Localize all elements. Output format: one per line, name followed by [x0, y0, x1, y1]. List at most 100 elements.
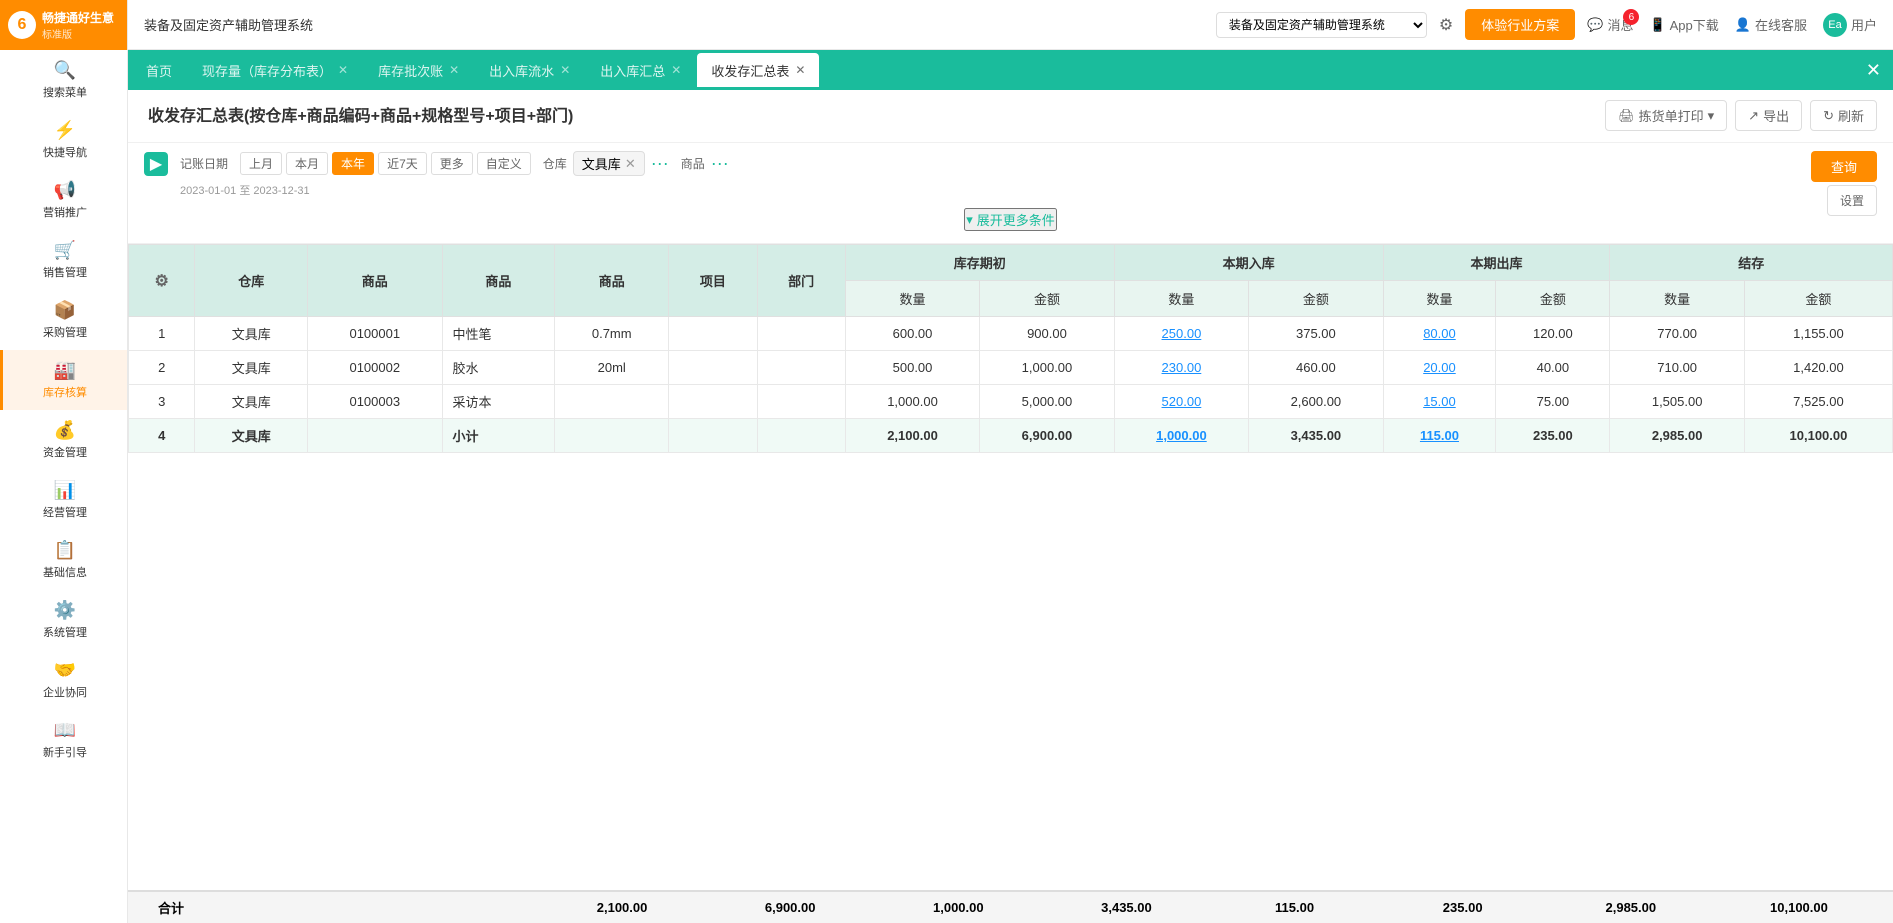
system-icon: ⚙️ [54, 600, 76, 621]
search-menu-icon: 🔍 [54, 60, 76, 81]
tab-close-3[interactable]: ✕ [560, 63, 570, 77]
tab-close-4[interactable]: ✕ [671, 63, 681, 77]
goods-label: 商品 [681, 155, 705, 172]
opening-qty-cell: 1,000.00 [845, 385, 979, 419]
balance-amt-cell: 1,155.00 [1744, 317, 1892, 351]
sidebar-item-purchase[interactable]: 📦采购管理 [0, 290, 127, 350]
date-btn-上月[interactable]: 上月 [240, 152, 282, 175]
code-cell: 0100001 [308, 317, 442, 351]
dept-cell [757, 419, 845, 453]
out-qty-cell[interactable]: 20.00 [1383, 351, 1496, 385]
th-balance-amt: 金额 [1744, 281, 1892, 317]
print-icon: 🖨 [1618, 108, 1635, 124]
warehouse-tag[interactable]: 文具库 ✕ [573, 151, 645, 176]
tab-1[interactable]: 现存量（库存分布表）✕ [188, 53, 362, 87]
sidebar-item-enterprise[interactable]: 🤝企业协同 [0, 650, 127, 710]
chevron-down-icon: ▾ [1708, 108, 1715, 124]
date-btn-本月[interactable]: 本月 [286, 152, 328, 175]
footer-opening-amt: 6,900.00 [706, 900, 874, 915]
in-qty-cell[interactable]: 520.00 [1114, 385, 1248, 419]
balance-qty-cell: 1,505.00 [1610, 385, 1744, 419]
app-download-action[interactable]: 📱 App下载 [1649, 15, 1718, 34]
date-btn-自定义[interactable]: 自定义 [477, 152, 531, 175]
th-warehouse: 仓库 [195, 245, 308, 317]
warehouse-more[interactable]: ··· [651, 153, 669, 174]
sidebar-item-sales[interactable]: 🛒销售管理 [0, 230, 127, 290]
th-spec: 商品 [555, 245, 669, 317]
th-settings: ⚙ [129, 245, 195, 317]
print-button[interactable]: 🖨 拣货单打印 ▾ [1605, 100, 1727, 131]
quick-nav-icon: ⚡ [54, 120, 76, 141]
warehouse-label: 仓库 [543, 155, 567, 172]
sidebar-item-system[interactable]: ⚙️系统管理 [0, 590, 127, 650]
logo-text: 畅捷通好生意 标准版 [42, 9, 114, 41]
expand-conditions-button[interactable]: ▾ 展开更多条件 [964, 208, 1057, 231]
service-icon: 👤 [1735, 17, 1751, 33]
th-project: 项目 [669, 245, 757, 317]
system-select[interactable]: 装备及固定资产辅助管理系统 [1216, 12, 1427, 38]
trial-button[interactable]: 体验行业方案 [1465, 9, 1575, 40]
tab-2[interactable]: 库存批次账✕ [364, 53, 473, 87]
user-action[interactable]: Ea 用户 [1823, 13, 1877, 37]
opening-qty-cell: 500.00 [845, 351, 979, 385]
settings-button[interactable]: 设置 [1827, 185, 1877, 216]
table-row: 2文具库0100002胶水20ml500.001,000.00230.00460… [129, 351, 1893, 385]
close-all-tabs[interactable]: ✕ [1858, 56, 1889, 85]
date-btn-更多[interactable]: 更多 [431, 152, 473, 175]
warehouse-cell: 文具库 [195, 419, 308, 453]
tab-close-1[interactable]: ✕ [338, 63, 348, 77]
tab-close-5[interactable]: ✕ [795, 63, 805, 77]
online-service-action[interactable]: 👤 在线客服 [1735, 15, 1807, 34]
out-qty-cell[interactable]: 115.00 [1383, 419, 1496, 453]
user-avatar: Ea [1823, 13, 1847, 37]
sidebar-item-quick-nav[interactable]: ⚡快捷导航 [0, 110, 127, 170]
sidebar-item-guide[interactable]: 📖新手引导 [0, 710, 127, 770]
tab-4[interactable]: 出入库汇总✕ [586, 53, 695, 87]
in-amt-cell: 460.00 [1249, 351, 1383, 385]
sidebar-item-inventory[interactable]: 🏭库存核算 [0, 350, 127, 410]
export-icon: ↗ [1748, 108, 1759, 124]
goods-more[interactable]: ··· [711, 153, 729, 174]
sidebar-item-operations[interactable]: 📊经营管理 [0, 470, 127, 530]
query-button[interactable]: 查询 [1811, 151, 1877, 182]
in-qty-cell[interactable]: 250.00 [1114, 317, 1248, 351]
refresh-button[interactable]: ↻ 刷新 [1810, 100, 1877, 131]
th-opening-amt: 金额 [980, 281, 1114, 317]
code-cell: 0100002 [308, 351, 442, 385]
code-cell [308, 419, 442, 453]
project-cell [669, 419, 757, 453]
footer-label: 合计 [138, 898, 538, 917]
sidebar-nav: 🔍搜索菜单⚡快捷导航📢营销推广🛒销售管理📦采购管理🏭库存核算💰资金管理📊经营管理… [0, 50, 127, 770]
sidebar-item-finance[interactable]: 💰资金管理 [0, 410, 127, 470]
out-qty-cell[interactable]: 15.00 [1383, 385, 1496, 419]
expand-row: ▾ 展开更多条件 设置 [144, 204, 1877, 235]
warehouse-cell: 文具库 [195, 385, 308, 419]
tab-3[interactable]: 出入库流水✕ [475, 53, 584, 87]
name-cell: 采访本 [442, 385, 555, 419]
footer-opening-qty: 2,100.00 [538, 900, 706, 915]
th-out: 本期出库 [1383, 245, 1610, 281]
sidebar-item-search-menu[interactable]: 🔍搜索菜单 [0, 50, 127, 110]
logo-icon: 6 [8, 11, 36, 39]
code-cell: 0100003 [308, 385, 442, 419]
operations-icon: 📊 [54, 480, 76, 501]
in-qty-cell[interactable]: 1,000.00 [1114, 419, 1248, 453]
filter-row-1: ▶ 记账日期 上月本月本年近7天更多自定义 仓库 文具库 ✕ ··· 商品 ··… [144, 151, 1877, 176]
index-cell: 1 [129, 317, 195, 351]
message-action[interactable]: 💬 消息 6 [1587, 15, 1633, 34]
sidebar-item-marketing[interactable]: 📢营销推广 [0, 170, 127, 230]
balance-amt-cell: 1,420.00 [1744, 351, 1892, 385]
settings-icon[interactable]: ⚙ [1439, 15, 1453, 35]
tab-close-2[interactable]: ✕ [449, 63, 459, 77]
date-btn-本年[interactable]: 本年 [332, 152, 374, 175]
out-qty-cell[interactable]: 80.00 [1383, 317, 1496, 351]
export-button[interactable]: ↗ 导出 [1735, 100, 1802, 131]
tab-0[interactable]: 首页 [132, 53, 186, 87]
tab-5[interactable]: 收发存汇总表✕ [697, 53, 819, 87]
sidebar-item-base-info[interactable]: 📋基础信息 [0, 530, 127, 590]
warehouse-tag-close[interactable]: ✕ [625, 156, 636, 172]
column-settings-icon[interactable]: ⚙ [155, 273, 169, 290]
filter-toggle-button[interactable]: ▶ [144, 152, 168, 176]
date-btn-近7天[interactable]: 近7天 [378, 152, 427, 175]
in-qty-cell[interactable]: 230.00 [1114, 351, 1248, 385]
